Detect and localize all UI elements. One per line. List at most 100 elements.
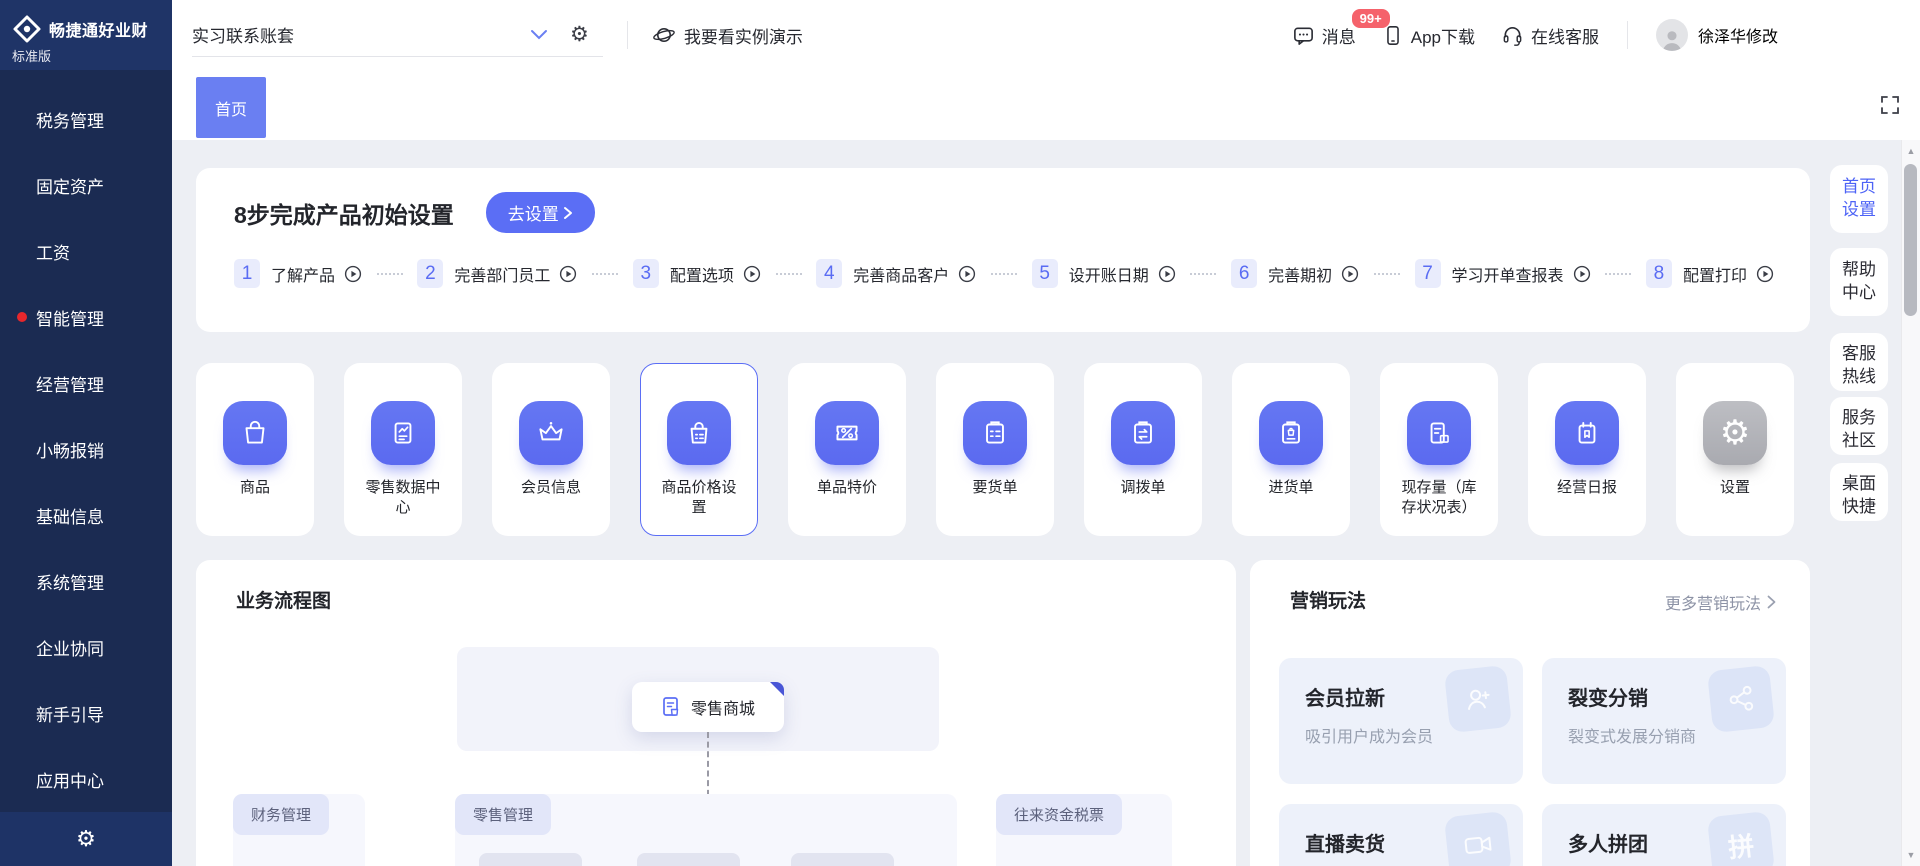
app-card-stock-quantity[interactable]: 现存量（库存状况表） <box>1380 363 1498 536</box>
step-connector <box>592 272 619 275</box>
setup-step-6[interactable]: 6 完善期初 <box>1231 259 1359 288</box>
vertical-scrollbar[interactable]: ▲ ▼ <box>1901 140 1920 866</box>
app-card-retail-data-center[interactable]: 零售数据中心 <box>344 363 462 536</box>
play-icon[interactable] <box>559 265 577 283</box>
inventory-doc-icon <box>1407 401 1471 465</box>
demo-link[interactable]: 我要看实例演示 <box>652 23 803 48</box>
go-setup-button[interactable]: 去设置 <box>485 192 595 233</box>
share-network-icon <box>1706 664 1776 734</box>
play-icon[interactable] <box>1341 265 1359 283</box>
coupon-percent-icon <box>815 401 879 465</box>
app-card-label: 零售数据中心 <box>365 479 441 516</box>
settings-gear-icon[interactable]: ⚙ <box>76 828 96 850</box>
corner-flag <box>770 682 784 696</box>
app-download-button[interactable]: App下载 <box>1382 23 1475 48</box>
rail-help-center-button[interactable]: 帮助中心 <box>1830 248 1888 316</box>
sidebar-item-app-center[interactable]: 应用中心 <box>0 746 172 812</box>
setup-step-2[interactable]: 2 完善部门员工 <box>417 259 577 288</box>
more-marketing-link[interactable]: 更多营销玩法 <box>1665 590 1776 614</box>
account-select[interactable]: 实习联系账套 <box>192 22 548 47</box>
flow-node-retail-mall[interactable]: 零售商城 <box>632 682 784 732</box>
play-icon[interactable] <box>1158 265 1176 283</box>
logo-block: 畅捷通好业财 标准版 <box>0 0 172 70</box>
play-icon[interactable] <box>743 265 761 283</box>
app-card-settings[interactable]: ⚙ 设置 <box>1676 363 1794 536</box>
more-marketing-label: 更多营销玩法 <box>1664 596 1761 613</box>
app-card-purchase-order[interactable]: 进货单 <box>1232 363 1350 536</box>
rail-service-community-button[interactable]: 服务社区 <box>1830 397 1888 455</box>
play-icon[interactable] <box>344 265 362 283</box>
shopping-bag-icon <box>223 401 287 465</box>
tab-home[interactable]: 首页 <box>196 77 266 138</box>
messages-button[interactable]: 消息 99+ <box>1292 6 1392 48</box>
scrollbar-up-arrow[interactable]: ▲ <box>1902 146 1920 156</box>
rail-desktop-shortcut-button[interactable]: 桌面快捷 <box>1830 463 1888 521</box>
flow-sub-node <box>637 853 740 866</box>
rail-home-settings-button[interactable]: 首页设置 <box>1830 165 1888 233</box>
app-card-item-special-price[interactable]: 单品特价 <box>788 363 906 536</box>
marketing-card-live-selling[interactable]: 直播卖货 场景式购物新玩法 <box>1279 804 1523 866</box>
sidebar-item-business-management[interactable]: 经营管理 <box>0 350 172 416</box>
planet-icon <box>652 24 676 46</box>
setup-step-1[interactable]: 1 了解产品 <box>234 259 362 288</box>
sidebar-item-fixed-assets[interactable]: 固定资产 <box>0 152 172 218</box>
app-card-label: 进货单 <box>1268 479 1314 496</box>
sidebar-item-collaboration[interactable]: 企业协同 <box>0 614 172 680</box>
step-connector <box>1605 272 1632 275</box>
right-quick-rail: 首页设置 帮助中心 客服热线 服务社区 桌面快捷 <box>1830 165 1888 521</box>
marketing-cards: 会员拉新 吸引用户成为会员 裂变分销 裂变式发展分销商 直播卖货 拼 多人拼团 <box>1279 658 1786 866</box>
live-video-icon <box>1443 810 1513 866</box>
flow-group-funds-tax-label[interactable]: 往来资金税票 <box>996 794 1123 835</box>
sidebar-item-payroll[interactable]: 工资 <box>0 218 172 284</box>
marketing-card-member-acquisition[interactable]: 会员拉新 吸引用户成为会员 <box>1279 658 1523 784</box>
marketing-card-group-buying[interactable]: 拼 多人拼团 拼团购物享受优惠 <box>1542 804 1786 866</box>
flow-sub-node <box>479 853 582 866</box>
app-card-label: 调拨单 <box>1120 479 1166 496</box>
step-label: 了解产品 <box>271 267 336 285</box>
marketing-card-fission-distribution[interactable]: 裂变分销 裂变式发展分销商 <box>1542 658 1786 784</box>
step-connector <box>376 272 403 275</box>
sidebar-item-expense[interactable]: 小畅报销 <box>0 416 172 482</box>
step-label: 完善部门员工 <box>454 267 551 285</box>
sidebar-item-system[interactable]: 系统管理 <box>0 548 172 614</box>
demo-link-label: 我要看实例演示 <box>683 27 803 47</box>
online-service-button[interactable]: 在线客服 <box>1501 23 1599 48</box>
sidebar-item-label: 应用中心 <box>36 771 104 791</box>
setup-step-7[interactable]: 7 学习开单查报表 <box>1414 259 1591 288</box>
setup-step-8[interactable]: 8 配置打印 <box>1645 259 1774 288</box>
sidebar-item-smart-management[interactable]: 智能管理 <box>0 284 172 350</box>
step-number: 1 <box>234 259 260 288</box>
flow-group-retail: 零售管理 <box>455 794 957 866</box>
scrollbar-thumb[interactable] <box>1904 164 1917 316</box>
topbar: 实习联系账套 ⚙ 我要看实例演示 消息 99+ App下载 在线客服 徐泽华修改 <box>172 0 1920 70</box>
app-card-goods[interactable]: 商品 <box>196 363 314 536</box>
play-icon[interactable] <box>1573 265 1591 283</box>
setup-step-4[interactable]: 4 完善商品客户 <box>816 259 976 288</box>
play-icon[interactable] <box>1756 265 1774 283</box>
divider <box>1626 21 1628 49</box>
sidebar-item-base-info[interactable]: 基础信息 <box>0 482 172 548</box>
account-settings-gear-icon[interactable]: ⚙ <box>570 24 589 45</box>
app-card-member-info[interactable]: 会员信息 <box>492 363 610 536</box>
rail-service-hotline-button[interactable]: 客服热线 <box>1830 333 1888 391</box>
headset-icon <box>1501 24 1524 47</box>
app-card-label: 要货单 <box>972 479 1018 496</box>
play-icon[interactable] <box>958 265 976 283</box>
app-card-price-settings[interactable]: 商品价格设置 <box>640 363 758 536</box>
setup-step-3[interactable]: 3 配置选项 <box>632 259 761 288</box>
scrollbar-down-arrow[interactable]: ▼ <box>1902 850 1920 860</box>
app-card-transfer-order[interactable]: 调拨单 <box>1084 363 1202 536</box>
sidebar-item-tax[interactable]: 税务管理 <box>0 86 172 152</box>
flow-group-retail-label[interactable]: 零售管理 <box>455 794 552 835</box>
app-card-daily-report[interactable]: 经营日报 <box>1528 363 1646 536</box>
account-select-wrap: 实习联系账套 ⚙ <box>192 13 603 57</box>
step-connector <box>1373 272 1400 275</box>
chevron-right-icon <box>1767 595 1776 609</box>
app-card-goods-request[interactable]: 要货单 <box>936 363 1054 536</box>
fullscreen-icon[interactable] <box>1878 92 1904 118</box>
setup-step-5[interactable]: 5 设开账日期 <box>1031 259 1176 288</box>
user-menu[interactable]: 徐泽华修改 <box>1655 19 1778 51</box>
flow-group-finance-label[interactable]: 财务管理 <box>233 794 330 835</box>
sidebar-item-beginner-guide[interactable]: 新手引导 <box>0 680 172 746</box>
retail-mall-doc-icon <box>661 695 683 719</box>
